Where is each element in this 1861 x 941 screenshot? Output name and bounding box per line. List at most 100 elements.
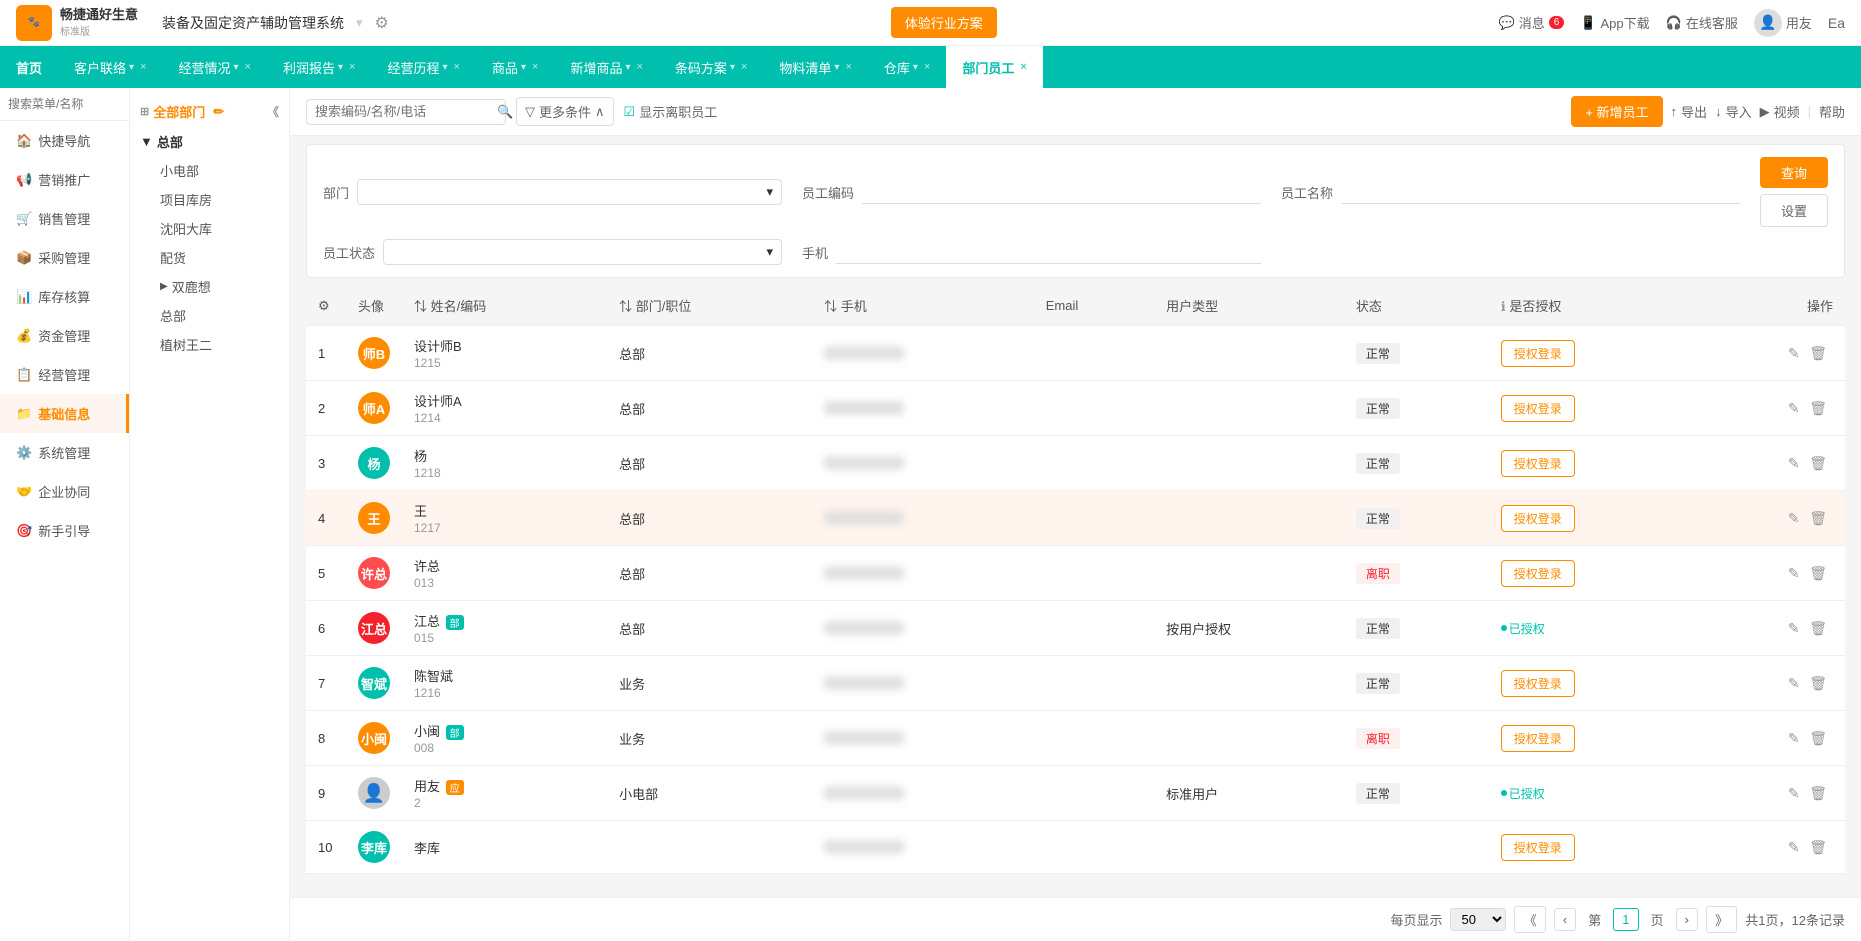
sidebar-item-sales[interactable]: 🛒 销售管理: [0, 199, 129, 238]
query-btn[interactable]: 查询: [1760, 157, 1828, 188]
sidebar-item-finance[interactable]: 💰 资金管理: [0, 316, 129, 355]
tab-journey[interactable]: 经营历程 ▾ ×: [371, 46, 475, 88]
delete-btn[interactable]: 🗑: [1809, 455, 1827, 471]
content: ⊞ 全部部门 ✏ 《 ▼ 总部 小电部 项目库房 沈阳大库 配货 ▶: [130, 88, 1861, 941]
sidebar-item-operations[interactable]: 📋 经营管理: [0, 355, 129, 394]
auth-login-btn[interactable]: 授权登录: [1501, 560, 1575, 587]
edit-btn[interactable]: ✎: [1788, 785, 1800, 801]
tree-node-shuanglu[interactable]: ▶ 双鹿想: [130, 272, 289, 301]
tree-node-hq-group[interactable]: ▼ 总部: [130, 127, 289, 156]
logo-area: 🐾 畅捷通好生意 标准版 装备及固定资产辅助管理系统 ▾ ⚙: [16, 5, 389, 41]
auth-login-btn[interactable]: 授权登录: [1501, 725, 1575, 752]
tree-node-shenyang[interactable]: 沈阳大库: [130, 214, 289, 243]
sidebar-item-system[interactable]: ⚙️ 系统管理: [0, 433, 129, 472]
tab-customer[interactable]: 客户联络 ▾ ×: [58, 46, 162, 88]
edit-btn[interactable]: ✎: [1788, 620, 1800, 636]
sort-name-icon[interactable]: ⇅: [414, 299, 427, 314]
edit-btn[interactable]: ✎: [1788, 730, 1800, 746]
tab-home[interactable]: 首页: [0, 46, 58, 88]
edit-btn[interactable]: ✎: [1788, 839, 1800, 855]
delete-btn[interactable]: 🗑: [1809, 565, 1827, 581]
auth-login-btn[interactable]: 授权登录: [1501, 505, 1575, 532]
tab-new-goods[interactable]: 新增商品 ▾ ×: [554, 46, 658, 88]
auth-login-btn[interactable]: 授权登录: [1501, 395, 1575, 422]
tree-node-hq2[interactable]: 总部: [130, 301, 289, 330]
tab-warehouse[interactable]: 仓库 ▾ ×: [868, 46, 946, 88]
tree-edit-icon[interactable]: ✏: [213, 104, 224, 120]
filter-status-select[interactable]: ▾: [383, 239, 782, 265]
delete-btn[interactable]: 🗑: [1809, 620, 1827, 636]
tab-dept-staff[interactable]: 部门员工 ×: [946, 46, 1042, 88]
edit-btn[interactable]: ✎: [1788, 455, 1800, 471]
import-btn[interactable]: ↓ 导入: [1715, 102, 1752, 121]
delete-btn[interactable]: 🗑: [1809, 839, 1827, 855]
per-page-select[interactable]: 50 100 200: [1450, 908, 1506, 931]
sort-phone-icon[interactable]: ⇅: [824, 299, 837, 314]
filter-row: 部门 ▾ 员工编码 员工名称 查询: [306, 144, 1845, 278]
tree-node-planting-label: 植树王二: [160, 335, 212, 354]
sidebar-item-collab[interactable]: 🤝 企业协同: [0, 472, 129, 511]
last-page-btn[interactable]: 》: [1706, 906, 1737, 933]
auth-login-btn[interactable]: 授权登录: [1501, 450, 1575, 477]
user-btn[interactable]: 👤 用友: [1754, 9, 1812, 37]
auth-login-btn[interactable]: 授权登录: [1501, 834, 1575, 861]
filter-emp-name-input[interactable]: [1341, 180, 1740, 204]
message-btn[interactable]: 💬 消息 6: [1499, 13, 1565, 32]
filter-emp-code-input[interactable]: [862, 180, 1261, 204]
search-input[interactable]: [315, 104, 491, 119]
delete-btn[interactable]: 🗑: [1809, 345, 1827, 361]
edit-btn[interactable]: ✎: [1788, 345, 1800, 361]
delete-btn[interactable]: 🗑: [1809, 675, 1827, 691]
tab-bom[interactable]: 物料清单 ▾ ×: [763, 46, 867, 88]
tab-profit[interactable]: 利润报告 ▾ ×: [267, 46, 371, 88]
add-employee-btn[interactable]: + 新增员工: [1571, 96, 1662, 127]
edit-btn[interactable]: ✎: [1788, 675, 1800, 691]
tree-collapse-icon[interactable]: 《: [267, 103, 279, 120]
more-conditions-btn[interactable]: ▽ 更多条件 ∧: [516, 97, 614, 126]
sidebar-item-basic[interactable]: 📁 基础信息: [0, 394, 129, 433]
tree-node-distribution[interactable]: 配货: [130, 243, 289, 272]
tab-goods[interactable]: 商品 ▾ ×: [476, 46, 554, 88]
auth-login-btn[interactable]: 授权登录: [1501, 340, 1575, 367]
sidebar-search-input[interactable]: [8, 97, 130, 111]
delete-btn[interactable]: 🗑: [1809, 510, 1827, 526]
filter-dept-select[interactable]: ▾: [357, 179, 782, 205]
video-btn[interactable]: ▶ 视频: [1760, 102, 1800, 121]
first-page-btn[interactable]: 《: [1514, 906, 1545, 933]
dropdown-icon[interactable]: ▾: [356, 15, 363, 31]
tab-operations[interactable]: 经营情况 ▾ ×: [163, 46, 267, 88]
sidebar-item-purchase[interactable]: 📦 采购管理: [0, 238, 129, 277]
sidebar-item-quick-nav[interactable]: 🏠 快捷导航: [0, 121, 129, 160]
sidebar-item-guide[interactable]: 🎯 新手引导: [0, 511, 129, 550]
trial-btn[interactable]: 体验行业方案: [891, 7, 997, 38]
delete-btn[interactable]: 🗑: [1809, 730, 1827, 746]
prev-page-btn[interactable]: ‹: [1554, 908, 1576, 931]
next-page-btn[interactable]: ›: [1676, 908, 1698, 931]
edit-btn[interactable]: ✎: [1788, 565, 1800, 581]
tab-barcode[interactable]: 条码方案 ▾ ×: [659, 46, 763, 88]
sort-dept-icon[interactable]: ⇅: [619, 299, 632, 314]
filter-phone-input[interactable]: [836, 240, 1261, 264]
export-btn[interactable]: ↑ 导出: [1671, 102, 1708, 121]
settings-gear-icon[interactable]: ⚙: [375, 13, 389, 33]
app-download-btn[interactable]: 📱 App下载: [1580, 13, 1649, 32]
auth-login-btn[interactable]: 授权登录: [1501, 670, 1575, 697]
purchase-icon: 📦: [16, 250, 32, 266]
reset-btn[interactable]: 设置: [1760, 194, 1828, 227]
col-settings-icon[interactable]: ⚙: [318, 298, 330, 313]
tree-node-project[interactable]: 项目库房: [130, 185, 289, 214]
tree-node-planting[interactable]: 植树王二: [130, 330, 289, 359]
sidebar-item-marketing[interactable]: 📢 营销推广: [0, 160, 129, 199]
sidebar-item-inventory[interactable]: 📊 库存核算: [0, 277, 129, 316]
show-resigned-toggle[interactable]: ☑ 显示离职员工: [624, 102, 718, 121]
download-icon: 📱: [1580, 15, 1596, 31]
online-service-btn[interactable]: 🎧 在线客服: [1666, 13, 1738, 32]
tree-node-electronics[interactable]: 小电部: [130, 156, 289, 185]
help-btn[interactable]: 帮助: [1819, 102, 1845, 121]
edit-btn[interactable]: ✎: [1788, 510, 1800, 526]
delete-btn[interactable]: 🗑: [1809, 785, 1827, 801]
cell-no: 7: [306, 656, 346, 711]
delete-btn[interactable]: 🗑: [1809, 400, 1827, 416]
edit-btn[interactable]: ✎: [1788, 400, 1800, 416]
cell-status: 正常: [1344, 766, 1489, 821]
